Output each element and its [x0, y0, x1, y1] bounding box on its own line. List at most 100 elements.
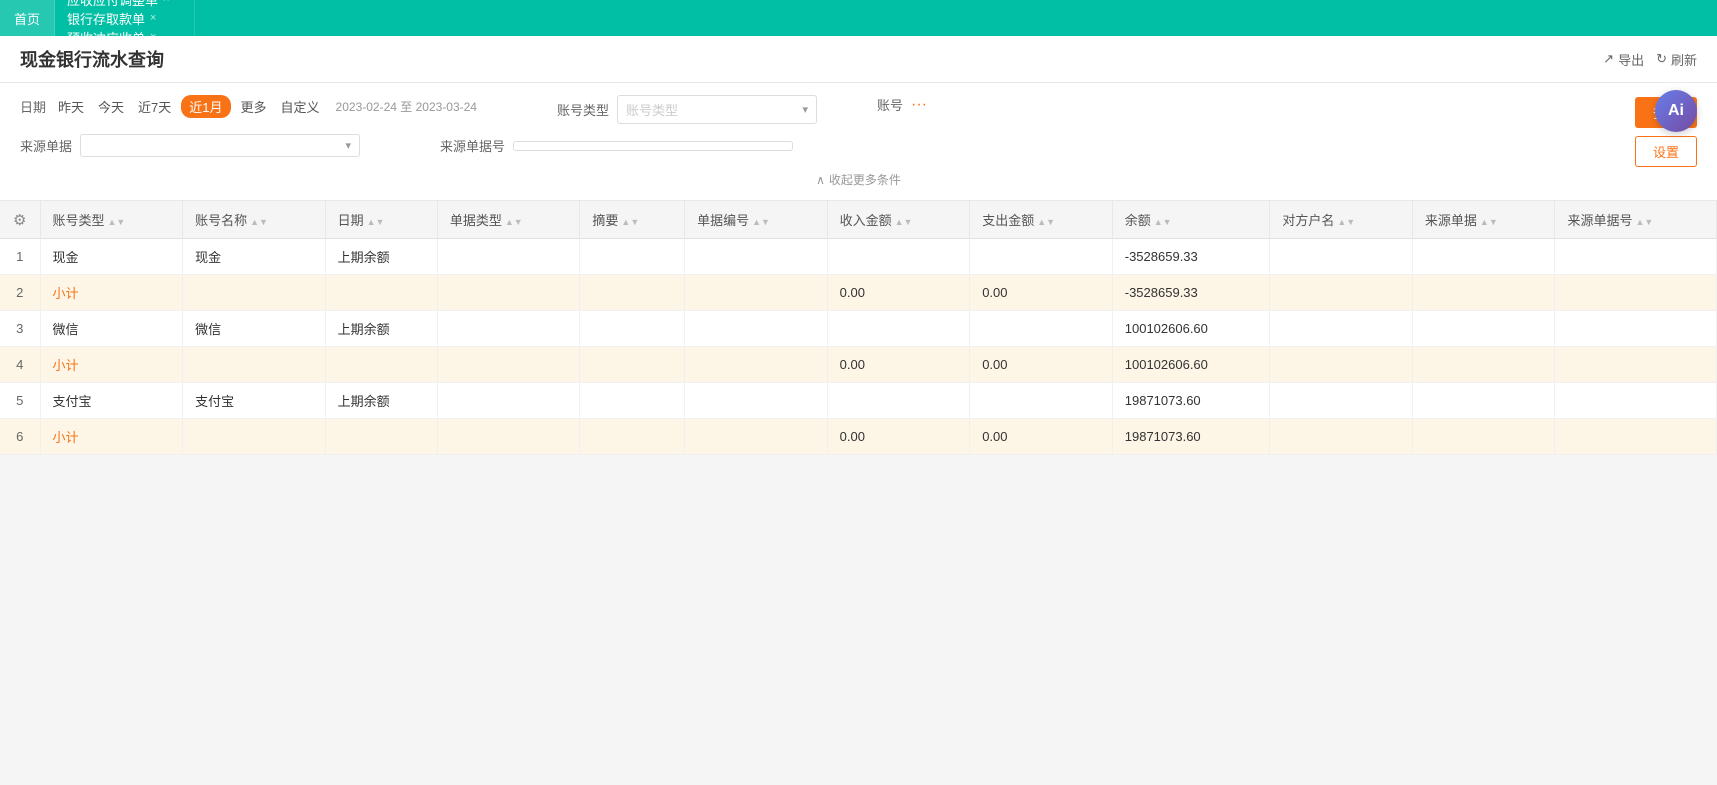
row-num-cell: 5	[0, 383, 40, 419]
sort-icon-source_doc_no[interactable]: ▲▼	[1635, 217, 1653, 227]
cell-balance: 19871073.60	[1112, 419, 1270, 455]
tab-close-icon[interactable]: ×	[163, 0, 169, 5]
date-shortcuts: 昨天今天近7天近1月更多自定义	[54, 95, 324, 118]
nav-tab-label: 银行存取款单	[67, 9, 145, 28]
ai-label: Ai	[1668, 102, 1684, 120]
refresh-icon: ↻	[1656, 51, 1667, 67]
cell-source_doc_no	[1555, 383, 1717, 419]
table-row: 2小计0.000.00-3528659.33	[0, 275, 1717, 311]
cell-doc_no	[685, 311, 828, 347]
nav-tab-预收冲应收单[interactable]: 预收冲应收单 ×	[55, 28, 195, 37]
cell-expense	[970, 383, 1113, 419]
subtotal-label: 小计	[53, 358, 79, 373]
cell-income	[827, 311, 970, 347]
cell-account_type: 小计	[40, 275, 183, 311]
date-shortcut-自定义[interactable]: 自定义	[277, 95, 324, 118]
sort-icon-summary[interactable]: ▲▼	[621, 217, 639, 227]
cell-counterpart	[1270, 347, 1413, 383]
sort-icon-source_doc[interactable]: ▲▼	[1480, 217, 1498, 227]
ai-assistant-button[interactable]: Ai	[1655, 90, 1697, 132]
settings-button[interactable]: 设置	[1635, 136, 1697, 167]
gear-settings-icon[interactable]: ⚙	[13, 212, 26, 229]
source-doc-select[interactable]: ▾	[80, 134, 360, 157]
sort-icon-counterpart[interactable]: ▲▼	[1337, 217, 1355, 227]
nav-tab-label: 应收应付调整单	[67, 0, 158, 9]
filter-row-2: 来源单据 ▾ 来源单据号	[20, 134, 1615, 157]
export-button[interactable]: ↗ 导出	[1603, 50, 1644, 69]
col-label-summary: 摘要	[592, 213, 618, 228]
nav-tab-应收应付调整单[interactable]: 应收应付调整单 ×	[55, 0, 195, 9]
date-shortcut-今天[interactable]: 今天	[94, 95, 128, 118]
date-shortcut-昨天[interactable]: 昨天	[54, 95, 88, 118]
col-header-account_name: 账号名称▲▼	[183, 201, 326, 239]
sort-icon-expense[interactable]: ▲▼	[1037, 217, 1055, 227]
col-label-doc_no: 单据编号	[697, 213, 749, 228]
col-header-source_doc_no: 来源单据号▲▼	[1555, 201, 1717, 239]
header-actions: ↗ 导出 ↻ 刷新	[1603, 50, 1697, 69]
chevron-down-icon: ▾	[802, 103, 808, 116]
date-shortcut-更多[interactable]: 更多	[237, 95, 271, 118]
tab-close-icon[interactable]: ×	[150, 31, 156, 36]
cell-expense	[970, 239, 1113, 275]
cell-date: 上期余额	[325, 311, 437, 347]
table-row: 1现金现金上期余额-3528659.33	[0, 239, 1717, 275]
cell-source_doc	[1412, 239, 1555, 275]
cell-source_doc	[1412, 383, 1555, 419]
cell-balance: -3528659.33	[1112, 275, 1270, 311]
date-shortcut-近1月[interactable]: 近1月	[181, 95, 230, 118]
row-num-cell: 1	[0, 239, 40, 275]
nav-home[interactable]: 首页	[0, 0, 55, 36]
cell-summary	[580, 383, 685, 419]
cell-doc_type	[437, 239, 580, 275]
cell-income: 0.00	[827, 347, 970, 383]
row-num-cell: 4	[0, 347, 40, 383]
table-row: 4小计0.000.00100102606.60	[0, 347, 1717, 383]
sort-icon-balance[interactable]: ▲▼	[1154, 217, 1172, 227]
col-label-account_name: 账号名称	[195, 213, 247, 228]
cell-income	[827, 239, 970, 275]
sort-icon-income[interactable]: ▲▼	[895, 217, 913, 227]
page-header: 现金银行流水查询 ↗ 导出 ↻ 刷新	[0, 36, 1717, 83]
col-label-doc_type: 单据类型	[450, 213, 502, 228]
cell-account_type: 小计	[40, 419, 183, 455]
nav-tab-银行存取款单[interactable]: 银行存取款单 ×	[55, 9, 195, 28]
data-table-container: ⚙账号类型▲▼账号名称▲▼日期▲▼单据类型▲▼摘要▲▼单据编号▲▼收入金额▲▼支…	[0, 201, 1717, 455]
date-label: 日期	[20, 97, 46, 116]
date-shortcut-近7天[interactable]: 近7天	[134, 95, 175, 118]
cell-source_doc_no	[1555, 347, 1717, 383]
sort-icon-account_type[interactable]: ▲▼	[108, 217, 126, 227]
sort-icon-date[interactable]: ▲▼	[367, 217, 385, 227]
account-type-select[interactable]: 账号类型 ▾	[617, 95, 817, 124]
cell-doc_no	[685, 419, 828, 455]
cell-balance: 100102606.60	[1112, 311, 1270, 347]
sort-icon-doc_type[interactable]: ▲▼	[505, 217, 523, 227]
collapse-more-conditions-button[interactable]: ∧ 收起更多条件	[20, 171, 1697, 188]
cell-doc_type	[437, 347, 580, 383]
table-row: 3微信微信上期余额100102606.60	[0, 311, 1717, 347]
chevron-down-icon-2: ▾	[345, 139, 351, 152]
col-label-date: 日期	[338, 213, 364, 228]
refresh-button[interactable]: ↻ 刷新	[1656, 50, 1697, 69]
col-label-income: 收入金额	[840, 213, 892, 228]
source-doc-num-input[interactable]	[513, 141, 793, 151]
nav-tab-label: 预收冲应收单	[67, 28, 145, 37]
col-header-gear[interactable]: ⚙	[0, 201, 40, 239]
account-more-button[interactable]: ···	[911, 96, 927, 114]
export-label: 导出	[1618, 50, 1644, 69]
cell-income: 0.00	[827, 275, 970, 311]
cell-source_doc	[1412, 419, 1555, 455]
tab-close-icon[interactable]: ×	[150, 12, 156, 24]
sort-icon-doc_no[interactable]: ▲▼	[752, 217, 770, 227]
cell-expense: 0.00	[970, 347, 1113, 383]
account-type-value: 账号类型	[626, 100, 678, 119]
cell-doc_type	[437, 383, 580, 419]
col-label-counterpart: 对方户名	[1282, 213, 1334, 228]
row-num-cell: 3	[0, 311, 40, 347]
sort-icon-account_name[interactable]: ▲▼	[250, 217, 268, 227]
cell-doc_no	[685, 383, 828, 419]
cell-doc_no	[685, 239, 828, 275]
cell-balance: 19871073.60	[1112, 383, 1270, 419]
cell-account_type: 微信	[40, 311, 183, 347]
account-type-filter-group: 账号类型 账号类型 ▾	[557, 95, 817, 124]
cell-account_name: 现金	[183, 239, 326, 275]
